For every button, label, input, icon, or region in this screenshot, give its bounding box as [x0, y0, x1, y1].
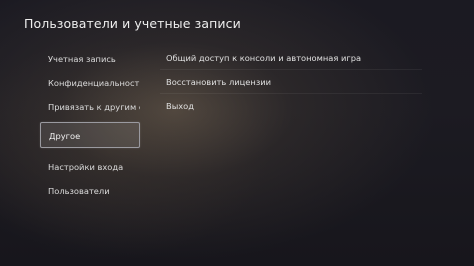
- log-out-option[interactable]: Выход: [160, 94, 422, 118]
- restore-licenses-option[interactable]: Восстановить лицензии: [160, 70, 422, 94]
- sidebar-item-link-services[interactable]: Привязать к другим с...: [40, 94, 140, 120]
- sidebar-item-account[interactable]: Учетная запись: [40, 46, 140, 72]
- console-sharing-offline-play-option[interactable]: Общий доступ к консоли и автономная игра: [160, 46, 422, 70]
- page-title: Пользователи и учетные записи: [24, 16, 241, 31]
- settings-screen: Пользователи и учетные записи Учетная за…: [0, 0, 474, 266]
- sidebar-item-other[interactable]: Другое: [40, 122, 140, 148]
- sidebar-item-privacy[interactable]: Конфиденциальность: [40, 70, 140, 96]
- sidebar-item-users[interactable]: Пользователи: [40, 178, 140, 204]
- sidebar-item-login-settings[interactable]: Настройки входа: [40, 154, 140, 180]
